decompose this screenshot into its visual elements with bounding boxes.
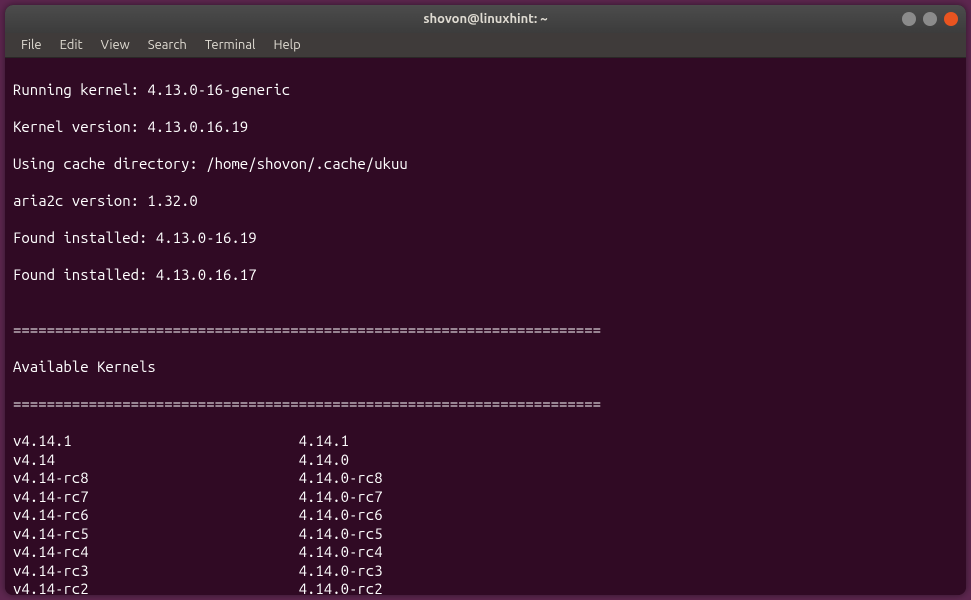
separator-line: ========================================…: [13, 395, 958, 414]
window-controls: [902, 12, 958, 26]
terminal-output-line: Running kernel: 4.13.0-16-generic: [13, 81, 958, 100]
terminal-output-line: Using cache directory: /home/shovon/.cac…: [13, 155, 958, 174]
kernel-row: v4.14-rc3 4.14.0-rc3: [13, 562, 958, 581]
menu-terminal[interactable]: Terminal: [197, 36, 264, 54]
terminal-output-line: Found installed: 4.13.0-16.19: [13, 229, 958, 248]
terminal-content[interactable]: Running kernel: 4.13.0-16-generic Kernel…: [5, 58, 966, 595]
kernel-row: v4.14-rc7 4.14.0-rc7: [13, 488, 958, 507]
menu-view[interactable]: View: [93, 36, 138, 54]
kernel-row: v4.14-rc5 4.14.0-rc5: [13, 525, 958, 544]
terminal-window: shovon@linuxhint: ~ File Edit View Searc…: [5, 5, 966, 595]
kernel-row: v4.14-rc6 4.14.0-rc6: [13, 506, 958, 525]
maximize-button[interactable]: [923, 12, 937, 26]
kernel-row: v4.14-rc8 4.14.0-rc8: [13, 469, 958, 488]
window-title: shovon@linuxhint: ~: [423, 12, 547, 26]
titlebar[interactable]: shovon@linuxhint: ~: [5, 5, 966, 33]
close-button[interactable]: [944, 12, 958, 26]
terminal-output-line: Kernel version: 4.13.0.16.19: [13, 118, 958, 137]
kernel-row: v4.14-rc4 4.14.0-rc4: [13, 543, 958, 562]
kernel-row: v4.14-rc2 4.14.0-rc2: [13, 580, 958, 595]
menu-search[interactable]: Search: [140, 36, 195, 54]
menu-edit[interactable]: Edit: [52, 36, 91, 54]
section-title: Available Kernels: [13, 358, 958, 377]
menu-help[interactable]: Help: [265, 36, 308, 54]
menubar: File Edit View Search Terminal Help: [5, 33, 966, 58]
menu-file[interactable]: File: [13, 36, 50, 54]
kernel-row: v4.14 4.14.0: [13, 451, 958, 470]
kernel-list: v4.14.1 4.14.1v4.14 4.14.0v4.14-rc8 4.14…: [13, 432, 958, 595]
kernel-row: v4.14.1 4.14.1: [13, 432, 958, 451]
minimize-button[interactable]: [902, 12, 916, 26]
terminal-output-line: aria2c version: 1.32.0: [13, 192, 958, 211]
separator-line: ========================================…: [13, 321, 958, 340]
terminal-output-line: Found installed: 4.13.0.16.17: [13, 266, 958, 285]
